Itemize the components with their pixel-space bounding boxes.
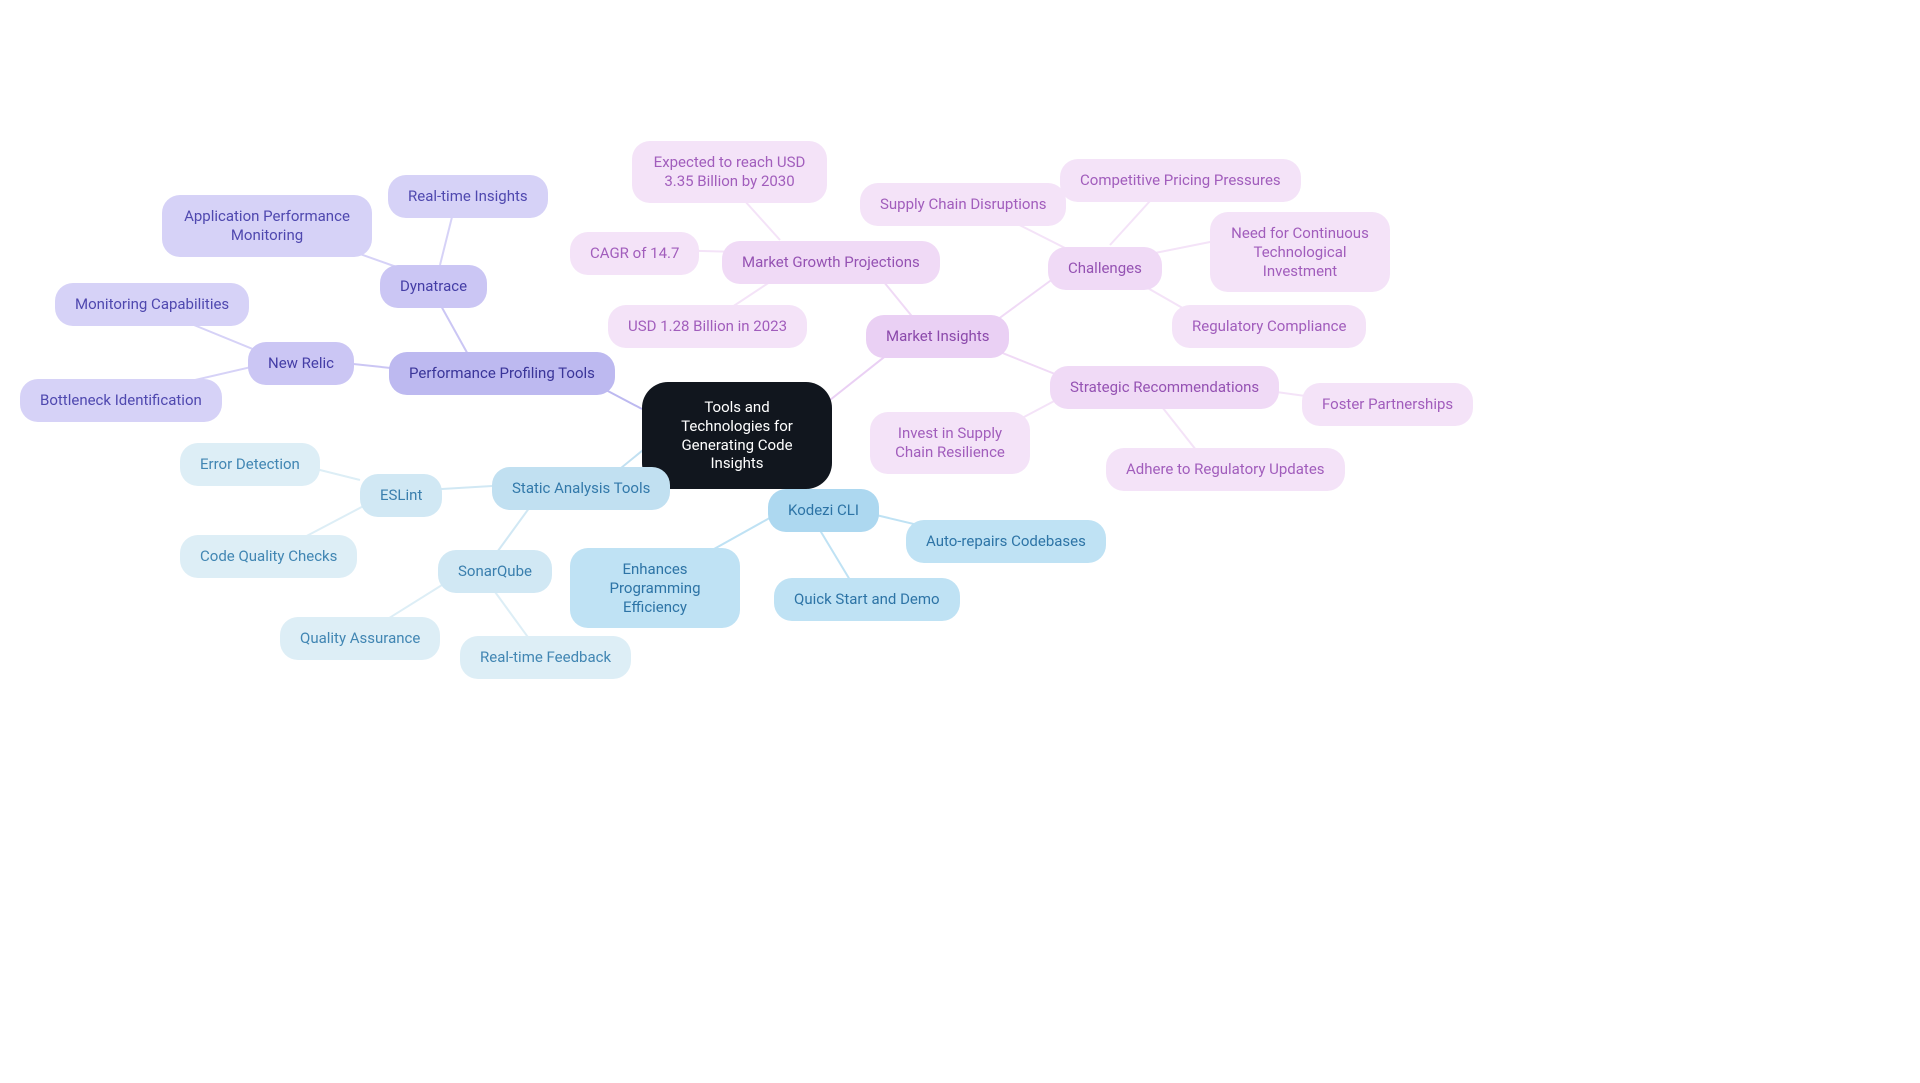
node-invest-resilience: Invest in Supply Chain Resilience xyxy=(870,412,1030,474)
node-eslint: ESLint xyxy=(360,474,442,517)
node-enhances: Enhances Programming Efficiency xyxy=(570,548,740,628)
node-realtime-feedback: Real-time Feedback xyxy=(460,636,631,679)
node-supply-chain: Supply Chain Disruptions xyxy=(860,183,1066,226)
center-node: Tools and Technologies for Generating Co… xyxy=(642,382,832,489)
node-cagr: CAGR of 14.7 xyxy=(570,232,699,275)
node-apm: Application Performance Monitoring xyxy=(162,195,372,257)
node-newrelic: New Relic xyxy=(248,342,354,385)
node-adhere: Adhere to Regulatory Updates xyxy=(1106,448,1345,491)
branch-performance: Performance Profiling Tools xyxy=(389,352,615,395)
node-realtime-insights: Real-time Insights xyxy=(388,175,548,218)
branch-static: Static Analysis Tools xyxy=(492,467,670,510)
node-pricing: Competitive Pricing Pressures xyxy=(1060,159,1301,202)
node-autorepair: Auto-repairs Codebases xyxy=(906,520,1106,563)
node-growth: Market Growth Projections xyxy=(722,241,940,284)
node-monitoring: Monitoring Capabilities xyxy=(55,283,249,326)
node-dynatrace: Dynatrace xyxy=(380,265,487,308)
node-bottleneck: Bottleneck Identification xyxy=(20,379,222,422)
node-sonar: SonarQube xyxy=(438,550,552,593)
node-regulatory: Regulatory Compliance xyxy=(1172,305,1366,348)
branch-kodezi: Kodezi CLI xyxy=(768,489,879,532)
node-growth-2030: Expected to reach USD 3.35 Billion by 20… xyxy=(632,141,827,203)
branch-market: Market Insights xyxy=(866,315,1009,358)
node-tech-invest: Need for Continuous Technological Invest… xyxy=(1210,212,1390,292)
node-challenges: Challenges xyxy=(1048,247,1162,290)
node-qa: Quality Assurance xyxy=(280,617,440,660)
node-quickstart: Quick Start and Demo xyxy=(774,578,960,621)
node-error-detection: Error Detection xyxy=(180,443,320,486)
node-growth-2023: USD 1.28 Billion in 2023 xyxy=(608,305,807,348)
node-strategic: Strategic Recommendations xyxy=(1050,366,1279,409)
node-code-quality: Code Quality Checks xyxy=(180,535,357,578)
node-partnerships: Foster Partnerships xyxy=(1302,383,1473,426)
